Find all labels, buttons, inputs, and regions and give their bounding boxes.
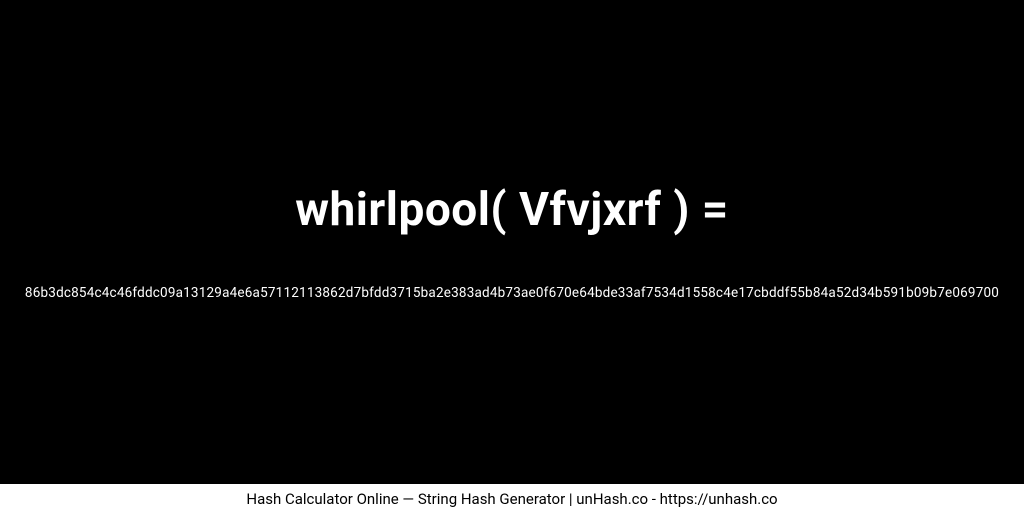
footer-link-site[interactable]: unHash.co: [576, 490, 648, 508]
hash-output-value: 86b3dc854c4c46fddc09a13129a4e6a571121138…: [25, 285, 999, 301]
hash-expression-heading: whirlpool( Vfvjxrf ) =: [295, 183, 729, 237]
footer-link-url[interactable]: https://unhash.co: [660, 490, 778, 508]
footer-text-prefix: Hash Calculator Online — String Hash Gen…: [246, 490, 576, 508]
footer-separator: -: [648, 490, 660, 508]
footer-bar: Hash Calculator Online — String Hash Gen…: [0, 484, 1024, 512]
main-content: whirlpool( Vfvjxrf ) = 86b3dc854c4c46fdd…: [0, 0, 1024, 484]
